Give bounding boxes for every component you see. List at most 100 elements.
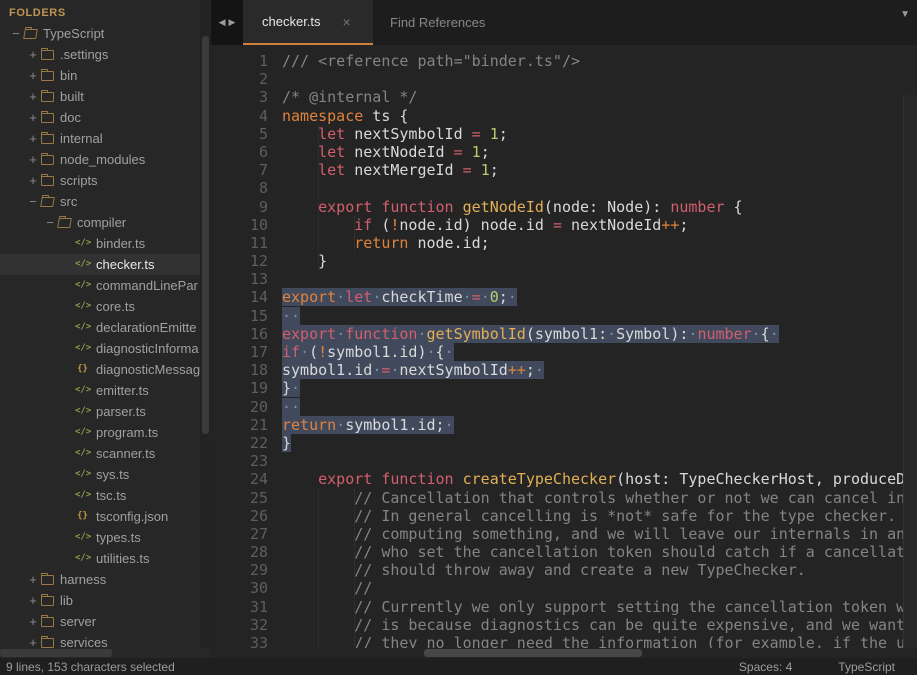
tree-folder-compiler[interactable]: −compiler (0, 212, 200, 233)
syntax-setting[interactable]: TypeScript (838, 660, 895, 674)
tree-folder-lib[interactable]: +lib (0, 590, 200, 611)
code-line-26[interactable]: 26 // In general cancelling is *not* saf… (211, 507, 917, 525)
tab-find-references[interactable]: Find References (373, 0, 523, 45)
expand-icon[interactable]: + (25, 107, 41, 128)
expand-icon[interactable]: + (25, 65, 41, 86)
tree-file-diagnosticInforma[interactable]: </>diagnosticInforma (0, 338, 200, 359)
code-line-30[interactable]: 30 // (211, 579, 917, 597)
code-line-16[interactable]: 16export·function·getSymbolId(symbol1:·S… (211, 325, 917, 343)
tree-file-scanner.ts[interactable]: </>scanner.ts (0, 443, 200, 464)
tree-file-checker.ts[interactable]: </>checker.ts (0, 254, 200, 275)
tree-file-core.ts[interactable]: </>core.ts (0, 296, 200, 317)
tab-bar: ◀ ▶ checker.ts × Find References ▼ (211, 0, 917, 45)
code-line-5[interactable]: 5 let nextSymbolId = 1; (211, 125, 917, 143)
tree-folder-node_modules[interactable]: +node_modules (0, 149, 200, 170)
expand-icon[interactable]: + (25, 569, 41, 590)
expand-icon[interactable]: + (25, 611, 41, 632)
code-line-1[interactable]: 1/// <reference path="binder.ts"/> (211, 52, 917, 70)
editor-hscrollbar-thumb[interactable] (424, 649, 642, 657)
tree-folder-built[interactable]: +built (0, 86, 200, 107)
expand-icon[interactable]: + (25, 128, 41, 149)
code-line-6[interactable]: 6 let nextNodeId = 1; (211, 143, 917, 161)
code-line-24[interactable]: 24 export function createTypeChecker(hos… (211, 470, 917, 488)
tree-folder-TypeScript[interactable]: −TypeScript (0, 23, 200, 44)
tab-overflow-menu-icon[interactable]: ▼ (900, 9, 910, 20)
tree-folder-scripts[interactable]: +scripts (0, 170, 200, 191)
line-number: 32 (211, 616, 268, 634)
tree-folder-internal[interactable]: +internal (0, 128, 200, 149)
tree-file-diagnosticMessag[interactable]: {}diagnosticMessag (0, 359, 200, 380)
code-line-4[interactable]: 4namespace ts { (211, 107, 917, 125)
code-line-28[interactable]: 28 // who set the cancellation token sho… (211, 543, 917, 561)
tree-item-label: services (60, 632, 108, 648)
code-line-15[interactable]: 15·· (211, 307, 917, 325)
code-line-18[interactable]: 18symbol1.id·=·nextSymbolId++;· (211, 361, 917, 379)
collapse-icon[interactable]: − (42, 212, 58, 233)
code-line-12[interactable]: 12 } (211, 252, 917, 270)
collapse-icon[interactable]: − (8, 23, 24, 44)
code-editor[interactable]: 1/// <reference path="binder.ts"/>23/* @… (211, 45, 917, 648)
editor-hscrollbar-track[interactable] (422, 648, 917, 658)
tree-file-sys.ts[interactable]: </>sys.ts (0, 464, 200, 485)
code-line-8[interactable]: 8 (211, 179, 917, 197)
tab-scroll-left-icon[interactable]: ◀ (219, 17, 226, 28)
expand-icon[interactable]: + (25, 86, 41, 107)
tree-file-commandLinePar[interactable]: </>commandLinePar (0, 275, 200, 296)
code-line-10[interactable]: 10 if (!node.id) node.id = nextNodeId++; (211, 216, 917, 234)
tree-file-utilities.ts[interactable]: </>utilities.ts (0, 548, 200, 569)
code-line-29[interactable]: 29 // should throw away and create a new… (211, 561, 917, 579)
tree-folder-harness[interactable]: +harness (0, 569, 200, 590)
tree-folder-services[interactable]: + services (0, 632, 200, 648)
code-line-32[interactable]: 32 // is because diagnostics can be quit… (211, 616, 917, 634)
code-line-17[interactable]: 17if·(!symbol1.id)·{· (211, 343, 917, 361)
tree-folder-server[interactable]: +server (0, 611, 200, 632)
tree-file-parser.ts[interactable]: </>parser.ts (0, 401, 200, 422)
tree-folder-bin[interactable]: +bin (0, 65, 200, 86)
tree-file-types.ts[interactable]: </>types.ts (0, 527, 200, 548)
collapse-icon[interactable]: − (25, 191, 41, 212)
expand-icon[interactable]: + (25, 44, 41, 65)
json-file-icon: {} (75, 506, 90, 527)
tab-scroll-right-icon[interactable]: ▶ (229, 17, 236, 28)
indentation-setting[interactable]: Spaces: 4 (739, 660, 792, 674)
code-line-21[interactable]: 21return·symbol1.id;· (211, 416, 917, 434)
expand-icon[interactable]: + (25, 149, 41, 170)
code-line-23[interactable]: 23 (211, 452, 917, 470)
tree-file-emitter.ts[interactable]: </>emitter.ts (0, 380, 200, 401)
expand-icon[interactable]: + (25, 590, 41, 611)
expand-icon[interactable]: + (25, 170, 41, 191)
expand-icon[interactable]: + (25, 632, 41, 648)
code-line-3[interactable]: 3/* @internal */ (211, 88, 917, 106)
line-number: 8 (211, 179, 268, 197)
tab-checker-ts[interactable]: checker.ts × (243, 0, 373, 45)
code-line-27[interactable]: 27 // computing something, and we will l… (211, 525, 917, 543)
sidebar-hscrollbar-track[interactable] (0, 648, 211, 658)
tree-folder-.settings[interactable]: +.settings (0, 44, 200, 65)
code-line-20[interactable]: 20·· (211, 398, 917, 416)
sidebar-scrollbar-track[interactable] (200, 0, 211, 648)
code-line-33[interactable]: 33 // they no longer need the informatio… (211, 634, 917, 648)
code-line-19[interactable]: 19}· (211, 379, 917, 397)
code-line-7[interactable]: 7 let nextMergeId = 1; (211, 161, 917, 179)
tree-file-tsconfig.json[interactable]: {}tsconfig.json (0, 506, 200, 527)
code-line-22[interactable]: 22} (211, 434, 917, 452)
close-icon[interactable]: × (343, 14, 351, 30)
tree-folder-doc[interactable]: +doc (0, 107, 200, 128)
tree-folder-src[interactable]: −src (0, 191, 200, 212)
code-line-13[interactable]: 13 (211, 270, 917, 288)
code-line-14[interactable]: 14export·let·checkTime·=·0;· (211, 288, 917, 306)
code-line-9[interactable]: 9 export function getNodeId(node: Node):… (211, 198, 917, 216)
tree-file-declarationEmitte[interactable]: </>declarationEmitte (0, 317, 200, 338)
sidebar-hscrollbar-thumb[interactable] (0, 649, 112, 657)
editor-scrollbar-track[interactable] (903, 95, 917, 648)
tree-file-tsc.ts[interactable]: </>tsc.ts (0, 485, 200, 506)
ts-file-icon: </> (75, 422, 90, 443)
code-line-31[interactable]: 31 // Currently we only support setting … (211, 598, 917, 616)
code-line-25[interactable]: 25 // Cancellation that controls whether… (211, 489, 917, 507)
tree-file-program.ts[interactable]: </>program.ts (0, 422, 200, 443)
code-line-2[interactable]: 2 (211, 70, 917, 88)
code-line-11[interactable]: 11 return node.id; (211, 234, 917, 252)
tree-file-binder.ts[interactable]: </>binder.ts (0, 233, 200, 254)
sidebar-scrollbar-thumb[interactable] (202, 36, 209, 434)
line-number: 6 (211, 143, 268, 161)
